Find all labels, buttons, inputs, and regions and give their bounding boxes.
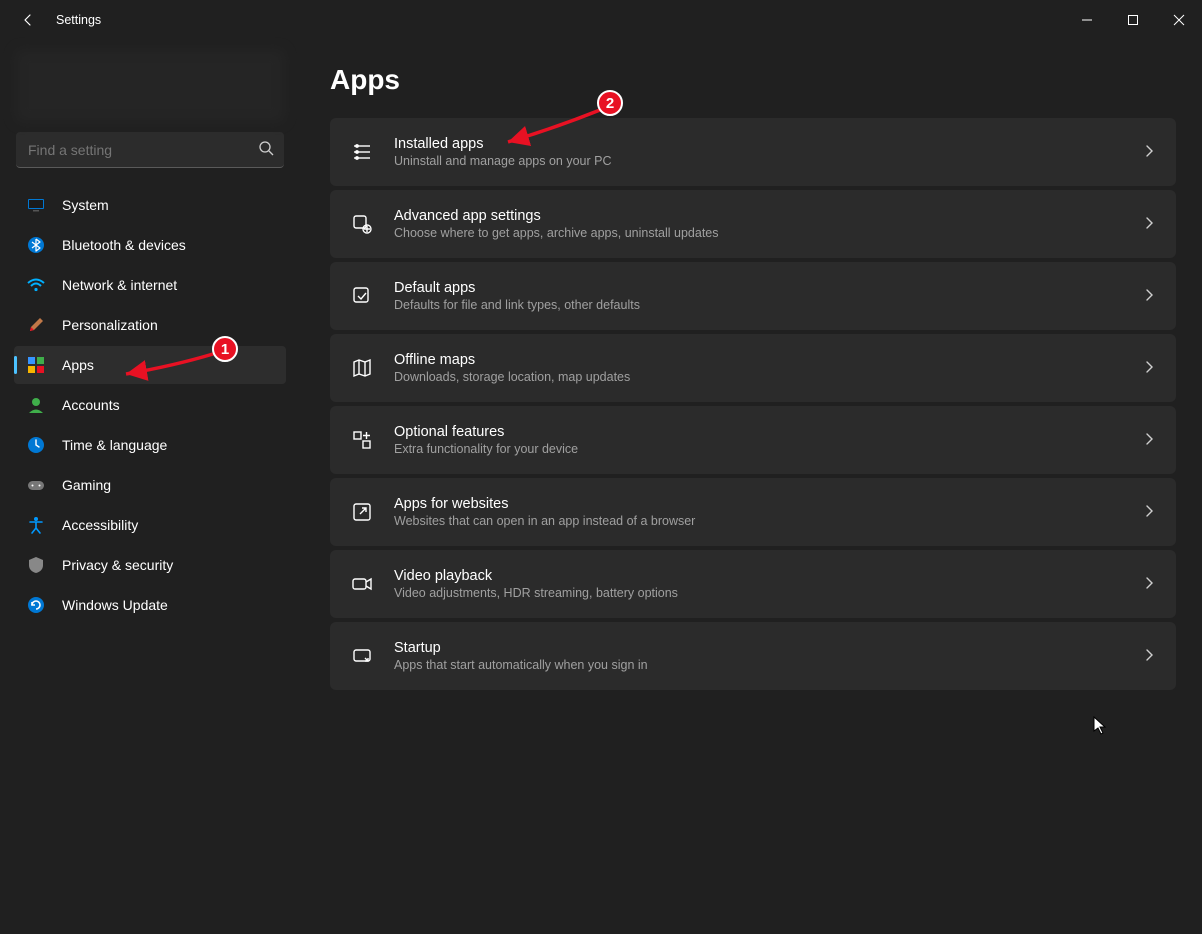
shield-icon xyxy=(26,555,46,575)
close-button[interactable] xyxy=(1156,0,1202,40)
mouse-cursor xyxy=(1093,716,1109,736)
clock-icon xyxy=(26,435,46,455)
nav-label: Network & internet xyxy=(62,277,177,293)
chevron-right-icon xyxy=(1142,360,1156,377)
startup-icon xyxy=(350,644,374,668)
card-title: Advanced app settings xyxy=(394,208,1122,224)
back-button[interactable] xyxy=(18,10,38,30)
nav-label: Time & language xyxy=(62,437,167,453)
chevron-right-icon xyxy=(1142,144,1156,161)
annotation-badge-1: 1 xyxy=(212,336,238,362)
chevron-right-icon xyxy=(1142,432,1156,449)
nav-item-windows-update[interactable]: Windows Update xyxy=(14,586,286,624)
accessibility-icon xyxy=(26,515,46,535)
card-video-playback[interactable]: Video playback Video adjustments, HDR st… xyxy=(330,550,1176,618)
nav-label: Gaming xyxy=(62,477,111,493)
nav-label: Personalization xyxy=(62,317,158,333)
maximize-button[interactable] xyxy=(1110,0,1156,40)
nav-item-personalization[interactable]: Personalization xyxy=(14,306,286,344)
window-title: Settings xyxy=(56,13,101,27)
card-sub: Video adjustments, HDR streaming, batter… xyxy=(394,586,1122,600)
card-offline-maps[interactable]: Offline maps Downloads, storage location… xyxy=(330,334,1176,402)
card-apps-for-websites[interactable]: Apps for websites Websites that can open… xyxy=(330,478,1176,546)
nav-item-bluetooth[interactable]: Bluetooth & devices xyxy=(14,226,286,264)
nav-label: Privacy & security xyxy=(62,557,173,573)
card-sub: Websites that can open in an app instead… xyxy=(394,514,1122,528)
card-title: Startup xyxy=(394,640,1122,656)
update-icon xyxy=(26,595,46,615)
chevron-right-icon xyxy=(1142,576,1156,593)
nav-item-accessibility[interactable]: Accessibility xyxy=(14,506,286,544)
card-sub: Apps that start automatically when you s… xyxy=(394,658,1122,672)
page-title: Apps xyxy=(330,64,1176,96)
annotation-arrow-1 xyxy=(118,346,218,386)
system-icon xyxy=(26,195,46,215)
video-icon xyxy=(350,572,374,596)
gamepad-icon xyxy=(26,475,46,495)
nav-item-network[interactable]: Network & internet xyxy=(14,266,286,304)
default-apps-icon xyxy=(350,284,374,308)
nav-list: System Bluetooth & devices Network & int… xyxy=(10,186,290,624)
chevron-right-icon xyxy=(1142,504,1156,521)
card-startup[interactable]: Startup Apps that start automatically wh… xyxy=(330,622,1176,690)
advanced-settings-icon xyxy=(350,212,374,236)
main-content: Apps Installed apps Uninstall and manage… xyxy=(300,40,1202,934)
nav-item-accounts[interactable]: Accounts xyxy=(14,386,286,424)
chevron-right-icon xyxy=(1142,648,1156,665)
card-sub: Extra functionality for your device xyxy=(394,442,1122,456)
annotation-arrow-2 xyxy=(500,106,610,154)
search-input[interactable] xyxy=(28,142,258,158)
nav-item-privacy-security[interactable]: Privacy & security xyxy=(14,546,286,584)
user-profile-blurred xyxy=(16,50,284,122)
titlebar: Settings xyxy=(0,0,1202,40)
card-optional-features[interactable]: Optional features Extra functionality fo… xyxy=(330,406,1176,474)
search-box[interactable] xyxy=(16,132,284,168)
installed-apps-icon xyxy=(350,140,374,164)
nav-label: Windows Update xyxy=(62,597,168,613)
card-title: Optional features xyxy=(394,424,1122,440)
card-title: Default apps xyxy=(394,280,1122,296)
card-sub: Defaults for file and link types, other … xyxy=(394,298,1122,312)
card-sub: Downloads, storage location, map updates xyxy=(394,370,1122,384)
map-icon xyxy=(350,356,374,380)
card-advanced-app-settings[interactable]: Advanced app settings Choose where to ge… xyxy=(330,190,1176,258)
nav-label: System xyxy=(62,197,109,213)
brush-icon xyxy=(26,315,46,335)
chevron-right-icon xyxy=(1142,288,1156,305)
person-icon xyxy=(26,395,46,415)
nav-item-gaming[interactable]: Gaming xyxy=(14,466,286,504)
nav-item-time-language[interactable]: Time & language xyxy=(14,426,286,464)
nav-label: Accounts xyxy=(62,397,120,413)
card-title: Offline maps xyxy=(394,352,1122,368)
nav-label: Bluetooth & devices xyxy=(62,237,186,253)
apps-icon xyxy=(26,355,46,375)
bluetooth-icon xyxy=(26,235,46,255)
card-sub: Uninstall and manage apps on your PC xyxy=(394,154,1122,168)
card-title: Apps for websites xyxy=(394,496,1122,512)
card-sub: Choose where to get apps, archive apps, … xyxy=(394,226,1122,240)
search-icon xyxy=(258,140,274,159)
sidebar: System Bluetooth & devices Network & int… xyxy=(0,40,300,934)
optional-features-icon xyxy=(350,428,374,452)
external-link-icon xyxy=(350,500,374,524)
card-default-apps[interactable]: Default apps Defaults for file and link … xyxy=(330,262,1176,330)
nav-label: Accessibility xyxy=(62,517,138,533)
settings-card-list: Installed apps Uninstall and manage apps… xyxy=(330,118,1176,690)
chevron-right-icon xyxy=(1142,216,1156,233)
annotation-badge-2: 2 xyxy=(597,90,623,116)
nav-item-system[interactable]: System xyxy=(14,186,286,224)
minimize-button[interactable] xyxy=(1064,0,1110,40)
card-installed-apps[interactable]: Installed apps Uninstall and manage apps… xyxy=(330,118,1176,186)
nav-label: Apps xyxy=(62,357,94,373)
wifi-icon xyxy=(26,275,46,295)
card-title: Video playback xyxy=(394,568,1122,584)
